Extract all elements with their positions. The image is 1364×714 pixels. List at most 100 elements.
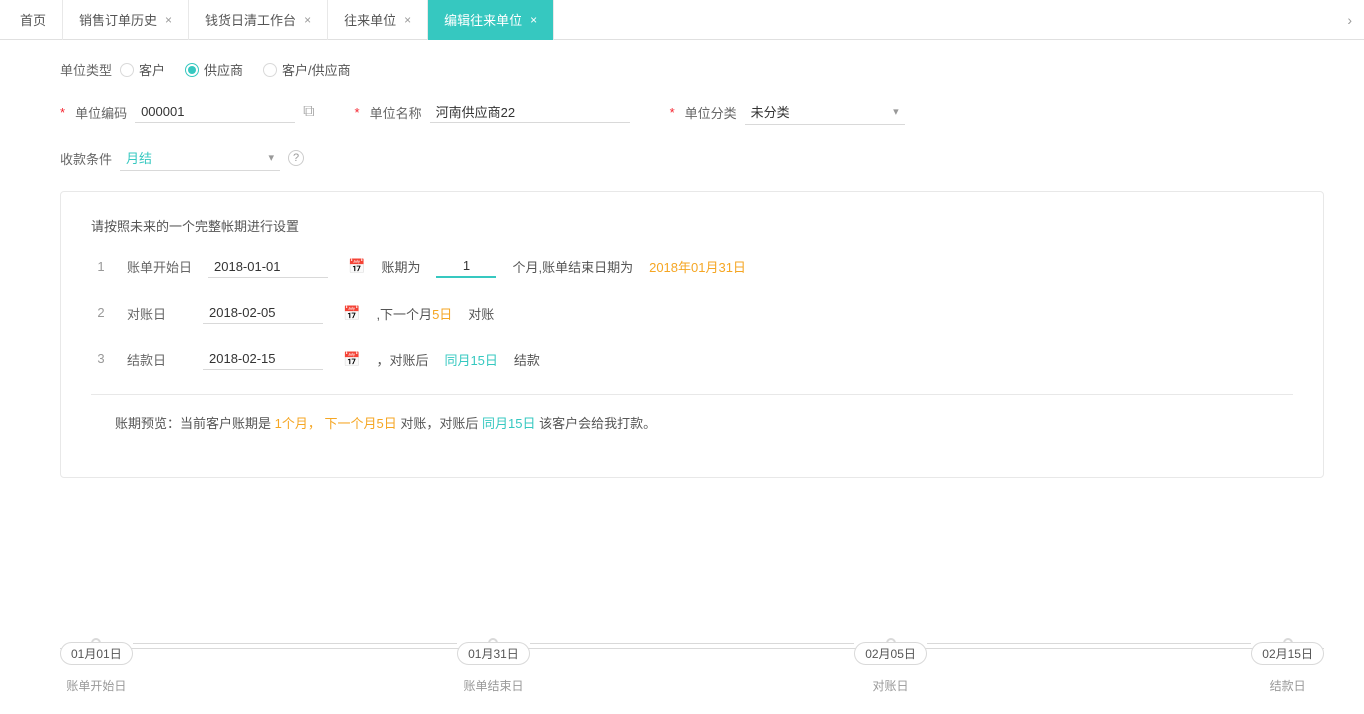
radio-customer-label: 客户 [139,60,165,79]
unit-code-field: * 单位编码 ⧉ [60,101,315,123]
unit-code-input[interactable] [135,101,295,123]
billing-cycle-card: 请按照未来的一个完整帐期进行设置 1 账单开始日 📅 账期为 个月,账单结束日期… [60,191,1324,478]
timeline-spacer-3 [927,643,1251,644]
unit-category-value: 未分类 [751,102,889,121]
payment-condition-help-icon[interactable]: ? [288,150,304,166]
unit-type-radio-group: 客户 供应商 客户/供应商 [120,60,351,79]
radio-supplier-label: 供应商 [204,60,243,79]
step3-suffix-text: ，对账后 [376,350,428,369]
step2-label: 对账日 [127,304,187,323]
timeline-badge-1: 01月01日 [60,642,133,665]
timeline-badge-3: 02月05日 [854,642,927,665]
unit-name-label: 单位名称 [370,103,422,122]
radio-customer-supplier[interactable]: 客户/供应商 [263,60,351,79]
payment-condition-label: 收款条件 [60,149,112,168]
timeline-sub-label-2: 账单结束日 [463,677,523,694]
timeline-sub-label-3: 对账日 [873,677,909,694]
main-content: 单位类型 客户 供应商 客户/供应商 * 单位编码 [0,40,1364,608]
unit-code-copy-icon[interactable]: ⧉ [303,103,314,121]
payment-condition-select[interactable]: 月结 ▾ [120,145,280,171]
timeline: 01月01日 账单开始日 01月31日 账单结束日 02月05日 对账日 02月… [60,638,1324,694]
step1-period-end-date: 2018年01月31日 [649,257,746,276]
step1-calendar-icon[interactable]: 📅 [348,258,365,275]
tab-partner-unit-label: 往来单位 [344,10,396,29]
step1-period-label: 账期为 [381,257,420,276]
unit-category-select[interactable]: 未分类 ▾ [745,99,905,125]
step1-label: 账单开始日 [127,257,192,276]
unit-category-required: * [670,105,675,120]
step1-number: 1 [91,257,111,277]
radio-customer-supplier-circle [263,63,277,77]
preview-text: 账期预览：当前客户账期是 1个月， 下一个月5日 对账，对账后 同月15日 该客… [115,416,656,431]
card-title: 请按照未来的一个完整帐期进行设置 [91,216,1293,235]
step2-day-highlight: 5日 [432,307,452,322]
radio-customer-supplier-label: 客户/供应商 [282,60,351,79]
timeline-spacer-1 [133,643,457,644]
tab-sales-order-history-label: 销售订单历史 [79,10,157,29]
timeline-section: 01月01日 账单开始日 01月31日 账单结束日 02月05日 对账日 02月… [0,608,1364,714]
step3-number: 3 [91,349,111,369]
preview-row: 账期预览：当前客户账期是 1个月， 下一个月5日 对账，对账后 同月15日 该客… [91,394,1293,453]
unit-name-input[interactable] [430,101,630,123]
unit-name-field: * 单位名称 [355,101,630,123]
tab-sales-order-history[interactable]: 销售订单历史 × [63,0,189,40]
payment-condition-chevron-icon: ▾ [268,151,274,164]
payment-condition-value: 月结 [126,148,264,167]
timeline-point-2: 01月31日 账单结束日 [457,638,530,694]
unit-info-row: * 单位编码 ⧉ * 单位名称 * 单位分类 未分类 ▾ [60,99,1324,125]
tabs-bar: 首页 销售订单历史 × 钱货日清工作台 × 往来单位 × 编辑往来单位 × › [0,0,1364,40]
step3-teal-highlight: 同月15日 [444,350,497,369]
step1-date-input[interactable] [208,256,328,278]
step2-date-input[interactable] [203,302,323,324]
step1-period-input[interactable] [436,255,496,278]
preview-teal-highlight: 同月15日 [482,416,535,431]
radio-customer[interactable]: 客户 [120,60,165,79]
step2-suffix-text: ,下一个月5日 [376,304,452,323]
step1-period-suffix: 个月,账单结束日期为 [512,257,633,276]
unit-type-field: 单位类型 客户 供应商 客户/供应商 [60,60,351,79]
payment-condition-field: 收款条件 月结 ▾ ? [60,145,304,171]
tab-cash-work-bench-close[interactable]: × [304,13,311,27]
radio-supplier-circle [185,63,199,77]
unit-category-chevron-icon: ▾ [893,105,899,118]
timeline-sub-label-1: 账单开始日 [66,677,126,694]
step2-number: 2 [91,303,111,323]
step3-label: 结款日 [127,350,187,369]
payment-condition-row: 收款条件 月结 ▾ ? [60,145,1324,171]
unit-code-required: * [60,105,65,120]
tab-edit-partner-unit-close[interactable]: × [530,13,537,27]
timeline-point-1: 01月01日 账单开始日 [60,638,133,694]
unit-category-field: * 单位分类 未分类 ▾ [670,99,905,125]
preview-prefix: 账期预览：当前客户账期是 [115,416,271,431]
tab-cash-work-bench[interactable]: 钱货日清工作台 × [189,0,328,40]
tab-edit-partner-unit[interactable]: 编辑往来单位 × [428,0,554,40]
step2-suffix2: 对账 [468,304,494,323]
timeline-badge-2: 01月31日 [457,642,530,665]
step1-row: 1 账单开始日 📅 账期为 个月,账单结束日期为 2018年01月31日 [91,255,1293,278]
preview-period-highlight: 1个月， [275,416,321,431]
unit-type-row: 单位类型 客户 供应商 客户/供应商 [60,60,1324,79]
preview-suffix: 该客户会给我打款。 [539,416,656,431]
step3-calendar-icon[interactable]: 📅 [343,351,360,368]
tab-partner-unit-close[interactable]: × [404,13,411,27]
radio-supplier[interactable]: 供应商 [185,60,243,79]
tab-cash-work-bench-label: 钱货日清工作台 [205,10,296,29]
timeline-points: 01月01日 账单开始日 01月31日 账单结束日 02月05日 对账日 02月… [60,638,1324,694]
step3-suffix3: 结款 [514,350,540,369]
step3-row: 3 结款日 📅 ，对账后 同月15日 结款 [91,348,1293,370]
timeline-badge-4: 02月15日 [1251,642,1324,665]
step2-calendar-icon[interactable]: 📅 [343,305,360,322]
unit-code-label: 单位编码 [75,103,127,122]
tab-home[interactable]: 首页 [0,0,63,40]
tab-edit-partner-unit-label: 编辑往来单位 [444,10,522,29]
tab-sales-order-history-close[interactable]: × [165,13,172,27]
step3-date-input[interactable] [203,348,323,370]
step2-row: 2 对账日 📅 ,下一个月5日 对账 [91,302,1293,324]
radio-customer-circle [120,63,134,77]
timeline-point-4: 02月15日 结款日 [1251,638,1324,694]
tab-scroll-right[interactable]: › [1335,12,1364,28]
tab-partner-unit[interactable]: 往来单位 × [328,0,428,40]
preview-middle: 下一个月5日 [325,416,397,431]
unit-name-required: * [355,105,360,120]
tab-home-label: 首页 [20,10,46,29]
